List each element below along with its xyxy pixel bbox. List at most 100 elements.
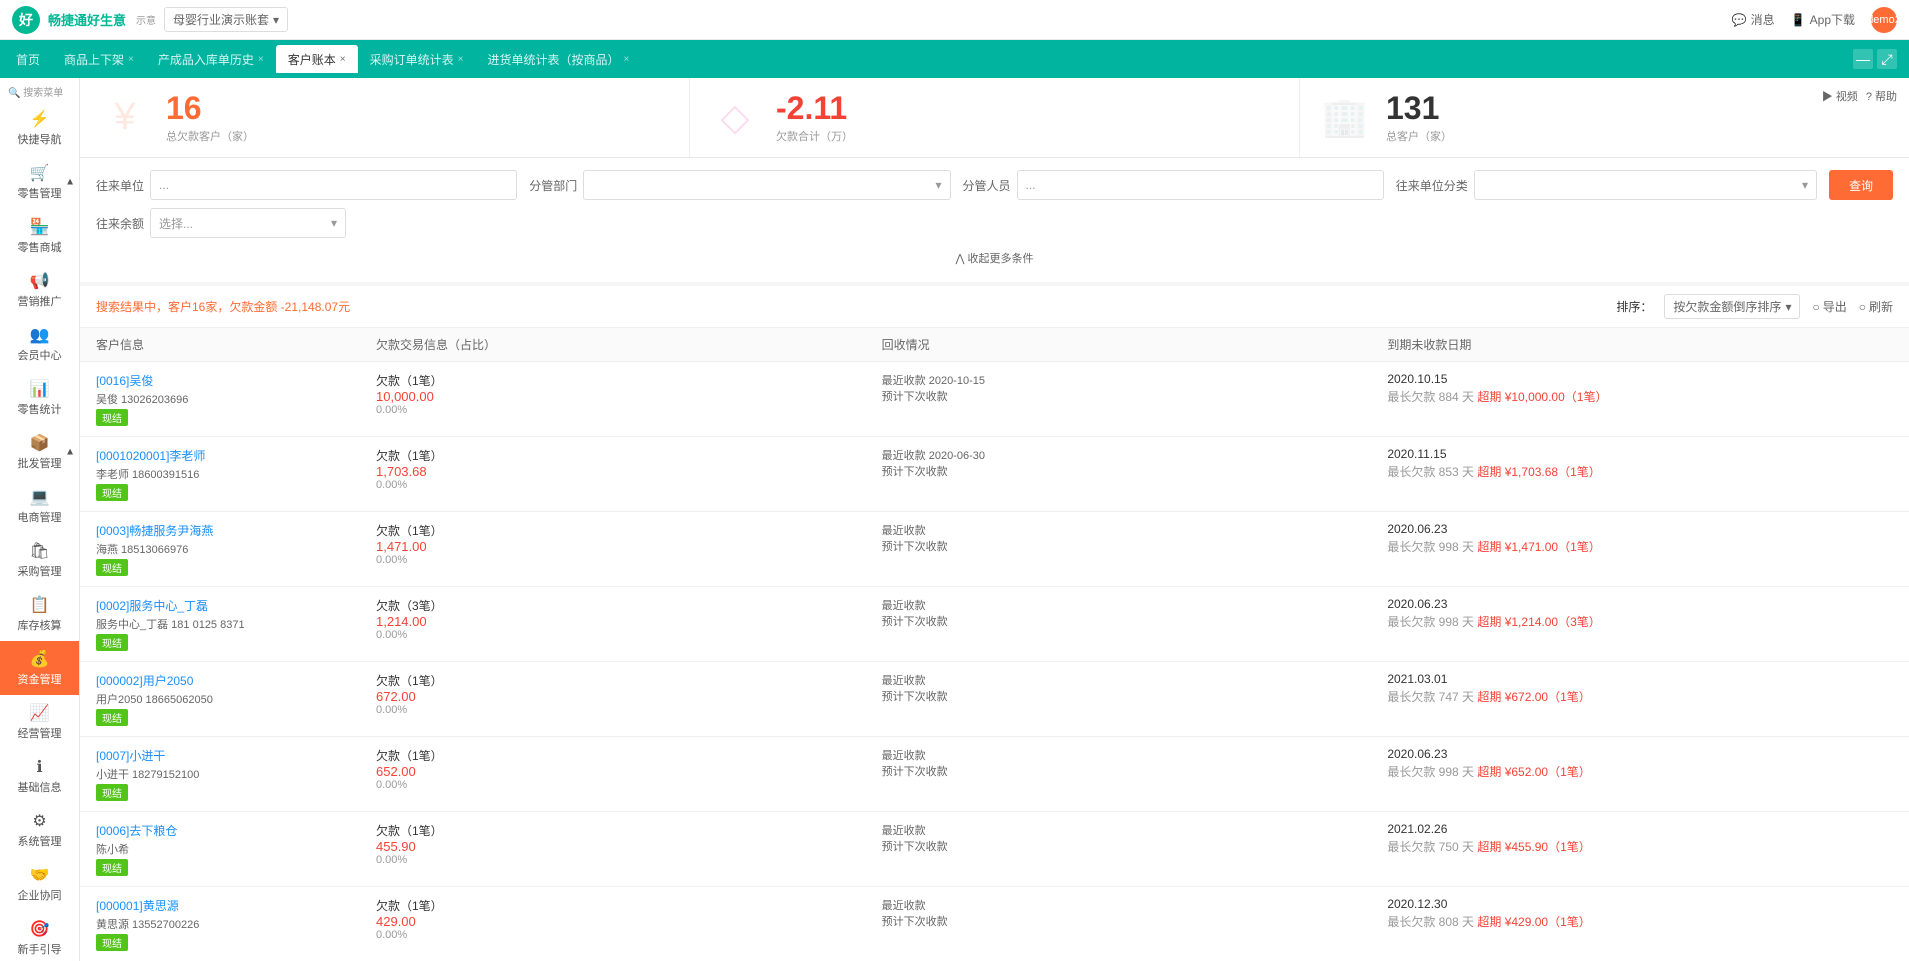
overdue-link-4[interactable]: 超期 ¥672.00（1笔）	[1477, 690, 1590, 704]
debt-amount-7[interactable]: 429.00	[376, 914, 882, 929]
overdue-link-5[interactable]: 超期 ¥652.00（1笔）	[1477, 765, 1590, 779]
close-icon[interactable]: ×	[258, 54, 264, 65]
export-button[interactable]: ○ 导出	[1812, 298, 1846, 315]
person-input[interactable]: ...	[1017, 170, 1384, 200]
tab-goods-stats[interactable]: 进货单统计表（按商品） ×	[475, 45, 641, 73]
status-badge-3: 现结	[96, 634, 128, 651]
sidebar-item-retail-mgmt[interactable]: 🛒 零售管理 ▲	[0, 155, 79, 209]
customer-name-6[interactable]: [0006]去下粮仓	[96, 822, 376, 839]
overdue-days-0: 最长欠款 884 天 超期 ¥10,000.00（1笔）	[1387, 388, 1893, 405]
overdue-link-7[interactable]: 超期 ¥429.00（1笔）	[1477, 915, 1590, 929]
sidebar-item-operations[interactable]: 📈 经营管理	[0, 695, 79, 749]
overdue-info-5: 2020.06.23 最长欠款 998 天 超期 ¥652.00（1笔）	[1387, 747, 1893, 780]
tab-purchase-stats[interactable]: 采购订单统计表 ×	[358, 45, 476, 73]
user-menu[interactable]: demo2	[1871, 7, 1897, 33]
customer-name-2[interactable]: [0003]畅捷服务尹海燕	[96, 522, 376, 539]
overdue-link-6[interactable]: 超期 ¥455.90（1笔）	[1477, 840, 1590, 854]
customer-name-0[interactable]: [0016]吴俊	[96, 372, 376, 389]
purchase-icon: 🛍	[29, 541, 49, 561]
col-header-debt: 欠款交易信息（占比）	[376, 336, 882, 353]
close-icon[interactable]: ×	[458, 54, 464, 65]
vendor-input[interactable]: ...	[150, 170, 517, 200]
debtors-label: 总欠款客户（家）	[166, 128, 254, 144]
sidebar-item-quick-nav[interactable]: ⚡ 快捷导航	[0, 101, 79, 155]
customer-info-7: [000001]黄思源 黄思源 13552700226 现结	[96, 897, 376, 951]
balance-label: 往来余额	[96, 215, 144, 232]
debt-amount-3[interactable]: 1,214.00	[376, 614, 882, 629]
debt-amount-2[interactable]: 1,471.00	[376, 539, 882, 554]
customer-phone-3: 服务中心_丁磊 181 0125 8371	[96, 616, 376, 632]
help-btn[interactable]: ? 帮助	[1866, 88, 1897, 104]
logo-area: 好 畅捷通好生意 示意 母婴行业演示账套 ▾	[12, 6, 288, 34]
customer-name-1[interactable]: [0001020001]李老师	[96, 447, 376, 464]
customer-info-6: [0006]去下粮仓 陈小希 现结	[96, 822, 376, 876]
sidebar-item-ecommerce[interactable]: 💻 电商管理	[0, 479, 79, 533]
customer-info-0: [0016]吴俊 吴俊 13026203696 现结	[96, 372, 376, 426]
filter-row-1: 往来单位 ... 分管部门 ▾ 分管人员 ...	[96, 170, 1893, 200]
tab-minimize-button[interactable]: —	[1853, 49, 1873, 69]
tab-expand-button[interactable]: ⤢	[1877, 49, 1897, 69]
sidebar-item-inventory[interactable]: 📋 库存核算	[0, 587, 79, 641]
overdue-days-5: 最长欠款 998 天 超期 ¥652.00（1笔）	[1387, 763, 1893, 780]
customer-name-7[interactable]: [000001]黄思源	[96, 897, 376, 914]
tab-inventory-history[interactable]: 产成品入库单历史 ×	[146, 45, 276, 73]
debt-amount-0[interactable]: 10,000.00	[376, 389, 882, 404]
collapse-button[interactable]: ⋀ 收起更多条件	[955, 250, 1033, 266]
debt-amount-5[interactable]: 652.00	[376, 764, 882, 779]
tab-customer-account[interactable]: 客户账本 ×	[276, 45, 358, 73]
dept-select[interactable]: ▾	[583, 170, 950, 200]
search-menu-label[interactable]: 🔍 搜索菜单	[0, 78, 79, 101]
sidebar-item-collab[interactable]: 🤝 企业协同	[0, 857, 79, 911]
status-badge-4: 现结	[96, 709, 128, 726]
collection-info-6: 最近收款 预计下次收款	[882, 822, 1388, 854]
sidebar-item-finance[interactable]: 💰 资金管理	[0, 641, 79, 695]
sidebar-item-retail-stats[interactable]: 📊 零售统计	[0, 371, 79, 425]
refresh-button[interactable]: ○ 刷新	[1859, 298, 1893, 315]
customer-info-1: [0001020001]李老师 李老师 18600391516 现结	[96, 447, 376, 501]
tab-controls: — ⤢	[1853, 49, 1905, 69]
balance-select[interactable]: 选择... ▾	[150, 208, 346, 238]
close-icon[interactable]: ×	[340, 54, 346, 65]
store-selector[interactable]: 母婴行业演示账套 ▾	[164, 7, 288, 32]
next-collect-6: 预计下次收款	[882, 838, 1388, 854]
debt-amount-6[interactable]: 455.90	[376, 839, 882, 854]
sidebar-item-marketing[interactable]: 📢 营销推广	[0, 263, 79, 317]
overdue-link-3[interactable]: 超期 ¥1,214.00（3笔）	[1477, 615, 1600, 629]
sidebar-item-label: 营销推广	[18, 293, 62, 309]
table-header: 客户信息 欠款交易信息（占比） 回收情况 到期未收款日期	[80, 328, 1909, 362]
close-icon[interactable]: ×	[128, 54, 134, 65]
last-collect-7: 最近收款	[882, 897, 1388, 913]
category-select[interactable]: ▾	[1474, 170, 1817, 200]
logo-icon: 好	[12, 6, 40, 34]
debt-amount-1[interactable]: 1,703.68	[376, 464, 882, 479]
sidebar-item-basic-info[interactable]: ℹ 基础信息	[0, 749, 79, 803]
message-btn[interactable]: 💬 消息	[1732, 11, 1775, 28]
video-btn[interactable]: ▶ 视频	[1822, 88, 1858, 104]
sidebar-item-wholesale[interactable]: 📦 批发管理 ▲	[0, 425, 79, 479]
sidebar-item-system[interactable]: ⚙ 系统管理	[0, 803, 79, 857]
sidebar-item-retail-mall[interactable]: 🏪 零售商城	[0, 209, 79, 263]
collapse-label: 收起更多条件	[968, 250, 1034, 266]
tab-inventory-history-label: 产成品入库单历史	[158, 51, 254, 68]
query-button[interactable]: 查询	[1829, 170, 1893, 200]
customer-name-4[interactable]: [000002]用户2050	[96, 672, 376, 689]
close-icon[interactable]: ×	[623, 54, 629, 65]
customer-name-5[interactable]: [0007]小迸干	[96, 747, 376, 764]
overdue-info-2: 2020.06.23 最长欠款 998 天 超期 ¥1,471.00（1笔）	[1387, 522, 1893, 555]
tab-products-listing[interactable]: 商品上下架 ×	[52, 45, 146, 73]
overdue-link-0[interactable]: 超期 ¥10,000.00（1笔）	[1477, 390, 1607, 404]
sidebar-item-guide[interactable]: 🎯 新手引导	[0, 911, 79, 961]
debt-amount-4[interactable]: 672.00	[376, 689, 882, 704]
tab-home[interactable]: 首页	[4, 45, 52, 73]
sort-select[interactable]: 按欠款金额倒序排序 ▾	[1664, 294, 1800, 319]
customer-info-2: [0003]畅捷服务尹海燕 海燕 18513066976 现结	[96, 522, 376, 576]
app-download-btn[interactable]: 📱 App下载	[1791, 11, 1855, 28]
sidebar-item-label: 零售商城	[18, 239, 62, 255]
overdue-link-2[interactable]: 超期 ¥1,471.00（1笔）	[1477, 540, 1600, 554]
overdue-link-1[interactable]: 超期 ¥1,703.68（1笔）	[1477, 465, 1600, 479]
sidebar-item-member[interactable]: 👥 会员中心	[0, 317, 79, 371]
table-row: [0007]小迸干 小迸干 18279152100 现结 欠款（1笔） 652.…	[80, 737, 1909, 812]
sidebar-item-purchase[interactable]: 🛍 采购管理	[0, 533, 79, 587]
customer-name-3[interactable]: [0002]服务中心_丁磊	[96, 597, 376, 614]
stat-card-debtors: ¥ 16 总欠款客户（家）	[80, 78, 690, 157]
